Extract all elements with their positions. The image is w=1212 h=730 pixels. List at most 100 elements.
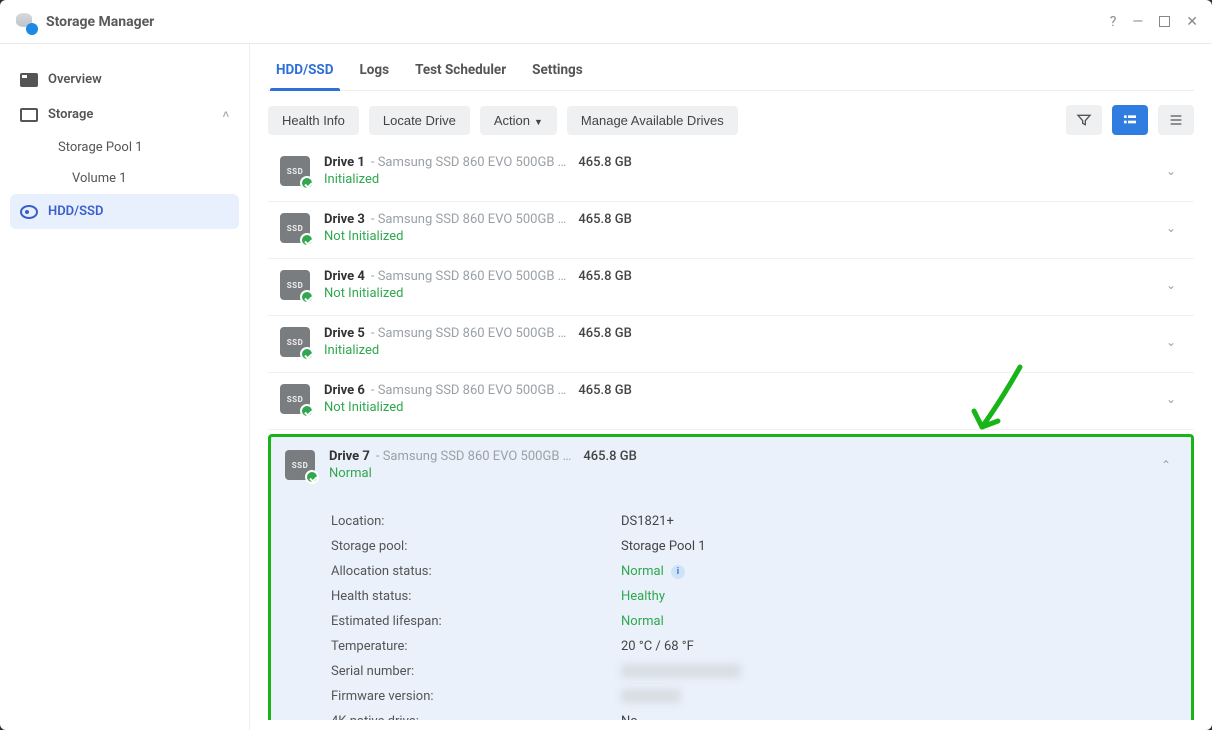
window-controls: ? — ✕: [1110, 15, 1198, 29]
sidebar-item-label: Overview: [48, 72, 102, 87]
drive-row[interactable]: SSD Drive 3 - Samsung SSD 860 EVO 500GB …: [268, 202, 1194, 259]
tab-label: HDD/SSD: [276, 62, 334, 78]
chevron-up-icon[interactable]: ⌃: [1155, 458, 1177, 472]
drive-status: Not Initialized: [324, 286, 1146, 301]
detail-value-location: DS1821+: [621, 514, 674, 529]
detail-value-temperature: 20 °C / 68 °F: [621, 639, 694, 654]
storage-icon: [20, 108, 38, 122]
detail-label: Allocation status:: [331, 564, 621, 579]
drive-info: Drive 1 - Samsung SSD 860 EVO 500GB … 46…: [324, 155, 1146, 187]
filter-button[interactable]: [1066, 105, 1102, 135]
detail-label: Estimated lifespan:: [331, 614, 621, 629]
drive-name: Drive 7: [329, 449, 370, 464]
drive-row[interactable]: SSD Drive 6 - Samsung SSD 860 EVO 500GB …: [268, 373, 1194, 430]
drive-info: Drive 4 - Samsung SSD 860 EVO 500GB … 46…: [324, 269, 1146, 301]
sidebar-item-label: HDD/SSD: [48, 204, 103, 219]
drive-model: - Samsung SSD 860 EVO 500GB …: [371, 212, 566, 227]
detail-label: Temperature:: [331, 639, 621, 654]
detail-value-estimated-lifespan: Normal: [621, 614, 664, 629]
detail-label: Serial number:: [331, 664, 621, 679]
drive-row[interactable]: SSD Drive 4 - Samsung SSD 860 EVO 500GB …: [268, 259, 1194, 316]
drive-model: - Samsung SSD 860 EVO 500GB …: [371, 383, 566, 398]
detail-label: 4K native drive:: [331, 714, 621, 720]
sidebar-item-storage-pool-1[interactable]: Storage Pool 1: [48, 132, 239, 163]
sidebar-item-storage[interactable]: Storage ˄: [10, 97, 239, 132]
sidebar-item-hdd-ssd[interactable]: HDD/SSD: [10, 194, 239, 229]
drive-size: 465.8 GB: [578, 326, 631, 341]
maximize-icon[interactable]: [1159, 16, 1170, 27]
caret-down-icon: ▼: [534, 117, 543, 127]
locate-drive-button[interactable]: Locate Drive: [369, 106, 470, 135]
info-icon[interactable]: i: [671, 565, 685, 579]
detail-label: Location:: [331, 514, 621, 529]
tab-hdd-ssd[interactable]: HDD/SSD: [276, 62, 334, 90]
tabs: HDD/SSD Logs Test Scheduler Settings: [268, 44, 1194, 91]
drive-row-expanded[interactable]: SSD Drive 7 - Samsung SSD 860 EVO 500GB …: [268, 434, 1194, 720]
sidebar: Overview Storage ˄ Storage Pool 1 Volume…: [0, 44, 250, 730]
drive-name: Drive 6: [324, 383, 365, 398]
drive-row[interactable]: SSD Drive 1 - Samsung SSD 860 EVO 500GB …: [268, 145, 1194, 202]
drive-model: - Samsung SSD 860 EVO 500GB …: [371, 326, 566, 341]
ssd-icon: SSD: [280, 384, 310, 414]
tab-settings[interactable]: Settings: [532, 62, 583, 90]
detail-label: Health status:: [331, 589, 621, 604]
drive-model: - Samsung SSD 860 EVO 500GB …: [371, 155, 566, 170]
sidebar-item-volume-1[interactable]: Volume 1: [48, 163, 239, 194]
ssd-icon: SSD: [280, 213, 310, 243]
main-panel: HDD/SSD Logs Test Scheduler Settings Hea…: [250, 44, 1212, 730]
detail-value-allocation-status: Normal i: [621, 564, 685, 579]
drive-list: SSD Drive 1 - Samsung SSD 860 EVO 500GB …: [268, 145, 1194, 720]
chevron-down-icon[interactable]: ⌄: [1160, 221, 1182, 235]
manage-available-drives-button[interactable]: Manage Available Drives: [567, 106, 738, 135]
chevron-down-icon[interactable]: ⌄: [1160, 278, 1182, 292]
sidebar-item-overview[interactable]: Overview: [10, 62, 239, 97]
drive-name: Drive 3: [324, 212, 365, 227]
chevron-down-icon[interactable]: ⌄: [1160, 164, 1182, 178]
detail-value-storage-pool: Storage Pool 1: [621, 539, 706, 554]
drive-size: 465.8 GB: [578, 212, 631, 227]
ssd-icon: SSD: [280, 270, 310, 300]
action-button[interactable]: Action▼: [480, 106, 557, 135]
drive-size: 465.8 GB: [583, 449, 636, 464]
overview-icon: [20, 73, 38, 87]
help-icon[interactable]: ?: [1110, 15, 1117, 29]
menu-button[interactable]: [1158, 105, 1194, 135]
drive-status: Not Initialized: [324, 400, 1146, 415]
close-icon[interactable]: ✕: [1186, 15, 1198, 29]
sidebar-item-label: Volume 1: [72, 171, 127, 186]
drive-info: Drive 7 - Samsung SSD 860 EVO 500GB … 46…: [329, 449, 1141, 481]
list-view-button[interactable]: [1112, 105, 1148, 135]
detail-value-serial-number: XXXXXXXXXXXXXX: [621, 664, 741, 679]
tab-label: Settings: [532, 62, 583, 78]
drive-status: Initialized: [324, 172, 1146, 187]
detail-label: Firmware version:: [331, 689, 621, 704]
tab-test-scheduler[interactable]: Test Scheduler: [415, 62, 506, 90]
minimize-icon[interactable]: —: [1132, 15, 1143, 29]
titlebar: Storage Manager ? — ✕: [0, 0, 1212, 44]
drive-row[interactable]: SSD Drive 5 - Samsung SSD 860 EVO 500GB …: [268, 316, 1194, 373]
drive-status: Not Initialized: [324, 229, 1146, 244]
drive-model: - Samsung SSD 860 EVO 500GB …: [376, 449, 571, 464]
drive-name: Drive 4: [324, 269, 365, 284]
drive-info: Drive 3 - Samsung SSD 860 EVO 500GB … 46…: [324, 212, 1146, 244]
filter-icon: [1076, 112, 1092, 128]
button-label: Locate Drive: [383, 113, 456, 128]
app-title: Storage Manager: [46, 14, 154, 30]
health-info-button[interactable]: Health Info: [268, 106, 359, 135]
drive-details: Location:DS1821+ Storage pool:Storage Po…: [285, 509, 1177, 720]
tab-label: Test Scheduler: [415, 62, 506, 78]
drive-status: Initialized: [324, 343, 1146, 358]
drive-model: - Samsung SSD 860 EVO 500GB …: [371, 269, 566, 284]
app-icon: [14, 11, 36, 33]
sidebar-item-label: Storage: [48, 107, 93, 122]
drive-size: 465.8 GB: [578, 383, 631, 398]
chevron-down-icon[interactable]: ⌄: [1160, 392, 1182, 406]
tab-logs[interactable]: Logs: [360, 62, 390, 90]
button-label: Manage Available Drives: [581, 113, 724, 128]
detail-value-firmware-version: XXXXXX: [621, 689, 681, 704]
drive-size: 465.8 GB: [578, 155, 631, 170]
chevron-down-icon[interactable]: ⌄: [1160, 335, 1182, 349]
drive-size: 465.8 GB: [578, 269, 631, 284]
chevron-up-icon: ˄: [223, 108, 229, 121]
ssd-icon: SSD: [280, 327, 310, 357]
